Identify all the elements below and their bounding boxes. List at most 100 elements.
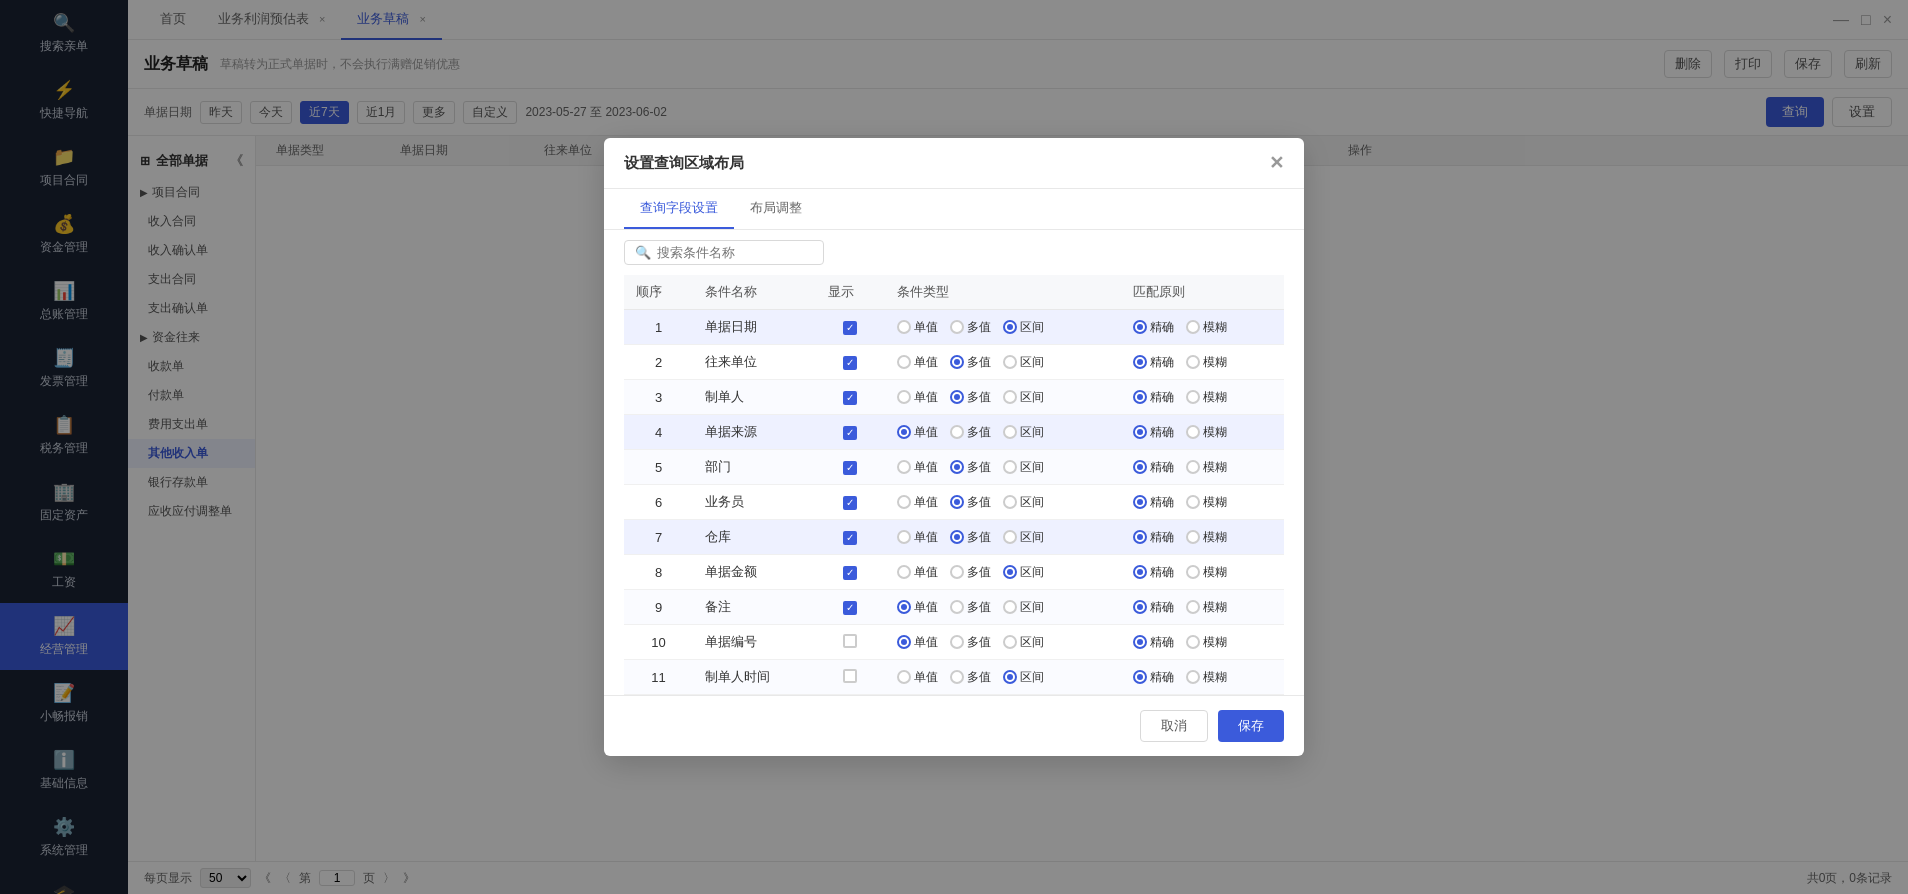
modal-search-input[interactable] xyxy=(657,245,807,260)
radio-single[interactable]: 单值 xyxy=(897,599,938,616)
table-row[interactable]: 10 单据编号 单值 多值 区间 xyxy=(624,625,1284,660)
radio-range[interactable]: 区间 xyxy=(1003,319,1044,336)
cell-show[interactable] xyxy=(816,380,885,415)
table-row[interactable]: 7 仓库 单值 多值 区间 xyxy=(624,520,1284,555)
radio-multi[interactable]: 多值 xyxy=(950,669,991,686)
radio-single[interactable]: 单值 xyxy=(897,354,938,371)
show-checkbox[interactable] xyxy=(843,531,857,545)
cell-show[interactable] xyxy=(816,660,885,695)
radio-exact[interactable]: 精确 xyxy=(1133,669,1174,686)
radio-single[interactable]: 单值 xyxy=(897,634,938,651)
table-row[interactable]: 4 单据来源 单值 多值 区间 xyxy=(624,415,1284,450)
modal-overlay[interactable]: 设置查询区域布局 ✕ 查询字段设置 布局调整 🔍 xyxy=(0,0,1908,894)
radio-multi[interactable]: 多值 xyxy=(950,389,991,406)
table-row[interactable]: 1 单据日期 单值 多值 区间 xyxy=(624,310,1284,345)
show-checkbox[interactable] xyxy=(843,496,857,510)
radio-exact[interactable]: 精确 xyxy=(1133,529,1174,546)
radio-exact[interactable]: 精确 xyxy=(1133,389,1174,406)
radio-range[interactable]: 区间 xyxy=(1003,634,1044,651)
radio-range[interactable]: 区间 xyxy=(1003,669,1044,686)
radio-fuzzy[interactable]: 模糊 xyxy=(1186,529,1227,546)
radio-range[interactable]: 区间 xyxy=(1003,389,1044,406)
cell-show[interactable] xyxy=(816,590,885,625)
cancel-button[interactable]: 取消 xyxy=(1140,710,1208,742)
cell-name: 制单人 xyxy=(693,380,816,415)
table-row[interactable]: 5 部门 单值 多值 区间 xyxy=(624,450,1284,485)
radio-fuzzy[interactable]: 模糊 xyxy=(1186,669,1227,686)
table-row[interactable]: 9 备注 单值 多值 区间 xyxy=(624,590,1284,625)
radio-fuzzy[interactable]: 模糊 xyxy=(1186,424,1227,441)
cell-show[interactable] xyxy=(816,450,885,485)
show-checkbox[interactable] xyxy=(843,426,857,440)
table-row[interactable]: 3 制单人 单值 多值 区间 xyxy=(624,380,1284,415)
cell-show[interactable] xyxy=(816,345,885,380)
modal-tab-field-settings[interactable]: 查询字段设置 xyxy=(624,189,734,229)
cell-show[interactable] xyxy=(816,625,885,660)
radio-exact[interactable]: 精确 xyxy=(1133,599,1174,616)
radio-range[interactable]: 区间 xyxy=(1003,529,1044,546)
modal-save-button[interactable]: 保存 xyxy=(1218,710,1284,742)
show-checkbox[interactable] xyxy=(843,669,857,683)
radio-multi[interactable]: 多值 xyxy=(950,564,991,581)
radio-multi[interactable]: 多值 xyxy=(950,494,991,511)
table-row[interactable]: 2 往来单位 单值 多值 区间 xyxy=(624,345,1284,380)
radio-exact[interactable]: 精确 xyxy=(1133,634,1174,651)
radio-range[interactable]: 区间 xyxy=(1003,424,1044,441)
modal-close-button[interactable]: ✕ xyxy=(1269,152,1284,174)
table-row[interactable]: 11 制单人时间 单值 多值 区间 xyxy=(624,660,1284,695)
cell-show[interactable] xyxy=(816,310,885,345)
radio-multi[interactable]: 多值 xyxy=(950,459,991,476)
table-row[interactable]: 6 业务员 单值 多值 区间 xyxy=(624,485,1284,520)
cell-show[interactable] xyxy=(816,415,885,450)
radio-single[interactable]: 单值 xyxy=(897,389,938,406)
radio-multi[interactable]: 多值 xyxy=(950,529,991,546)
show-checkbox[interactable] xyxy=(843,391,857,405)
radio-single[interactable]: 单值 xyxy=(897,669,938,686)
radio-fuzzy[interactable]: 模糊 xyxy=(1186,599,1227,616)
radio-multi[interactable]: 多值 xyxy=(950,599,991,616)
radio-fuzzy[interactable]: 模糊 xyxy=(1186,354,1227,371)
show-checkbox[interactable] xyxy=(843,566,857,580)
radio-fuzzy[interactable]: 模糊 xyxy=(1186,389,1227,406)
radio-range[interactable]: 区间 xyxy=(1003,354,1044,371)
radio-multi[interactable]: 多值 xyxy=(950,634,991,651)
radio-exact[interactable]: 精确 xyxy=(1133,354,1174,371)
show-checkbox[interactable] xyxy=(843,356,857,370)
radio-multi[interactable]: 多值 xyxy=(950,319,991,336)
modal-search-box[interactable]: 🔍 xyxy=(624,240,824,265)
cell-name: 往来单位 xyxy=(693,345,816,380)
cell-show[interactable] xyxy=(816,520,885,555)
radio-fuzzy[interactable]: 模糊 xyxy=(1186,459,1227,476)
radio-range[interactable]: 区间 xyxy=(1003,599,1044,616)
radio-multi[interactable]: 多值 xyxy=(950,354,991,371)
radio-exact[interactable]: 精确 xyxy=(1133,459,1174,476)
radio-range[interactable]: 区间 xyxy=(1003,564,1044,581)
show-checkbox[interactable] xyxy=(843,321,857,335)
radio-single[interactable]: 单值 xyxy=(897,459,938,476)
radio-fuzzy[interactable]: 模糊 xyxy=(1186,319,1227,336)
radio-multi[interactable]: 多值 xyxy=(950,424,991,441)
cell-show[interactable] xyxy=(816,555,885,590)
cell-index: 9 xyxy=(624,590,693,625)
radio-range[interactable]: 区间 xyxy=(1003,494,1044,511)
radio-single[interactable]: 单值 xyxy=(897,494,938,511)
radio-single[interactable]: 单值 xyxy=(897,564,938,581)
cell-show[interactable] xyxy=(816,485,885,520)
radio-single[interactable]: 单值 xyxy=(897,529,938,546)
radio-exact[interactable]: 精确 xyxy=(1133,494,1174,511)
radio-single[interactable]: 单值 xyxy=(897,319,938,336)
radio-fuzzy[interactable]: 模糊 xyxy=(1186,634,1227,651)
th-condition-type: 条件类型 xyxy=(885,275,1121,310)
radio-exact[interactable]: 精确 xyxy=(1133,319,1174,336)
radio-range[interactable]: 区间 xyxy=(1003,459,1044,476)
table-row[interactable]: 8 单据金额 单值 多值 区间 xyxy=(624,555,1284,590)
radio-fuzzy[interactable]: 模糊 xyxy=(1186,564,1227,581)
show-checkbox[interactable] xyxy=(843,601,857,615)
radio-exact[interactable]: 精确 xyxy=(1133,564,1174,581)
radio-single[interactable]: 单值 xyxy=(897,424,938,441)
radio-fuzzy[interactable]: 模糊 xyxy=(1186,494,1227,511)
modal-tab-layout-adjust[interactable]: 布局调整 xyxy=(734,189,818,229)
show-checkbox[interactable] xyxy=(843,634,857,648)
show-checkbox[interactable] xyxy=(843,461,857,475)
radio-exact[interactable]: 精确 xyxy=(1133,424,1174,441)
